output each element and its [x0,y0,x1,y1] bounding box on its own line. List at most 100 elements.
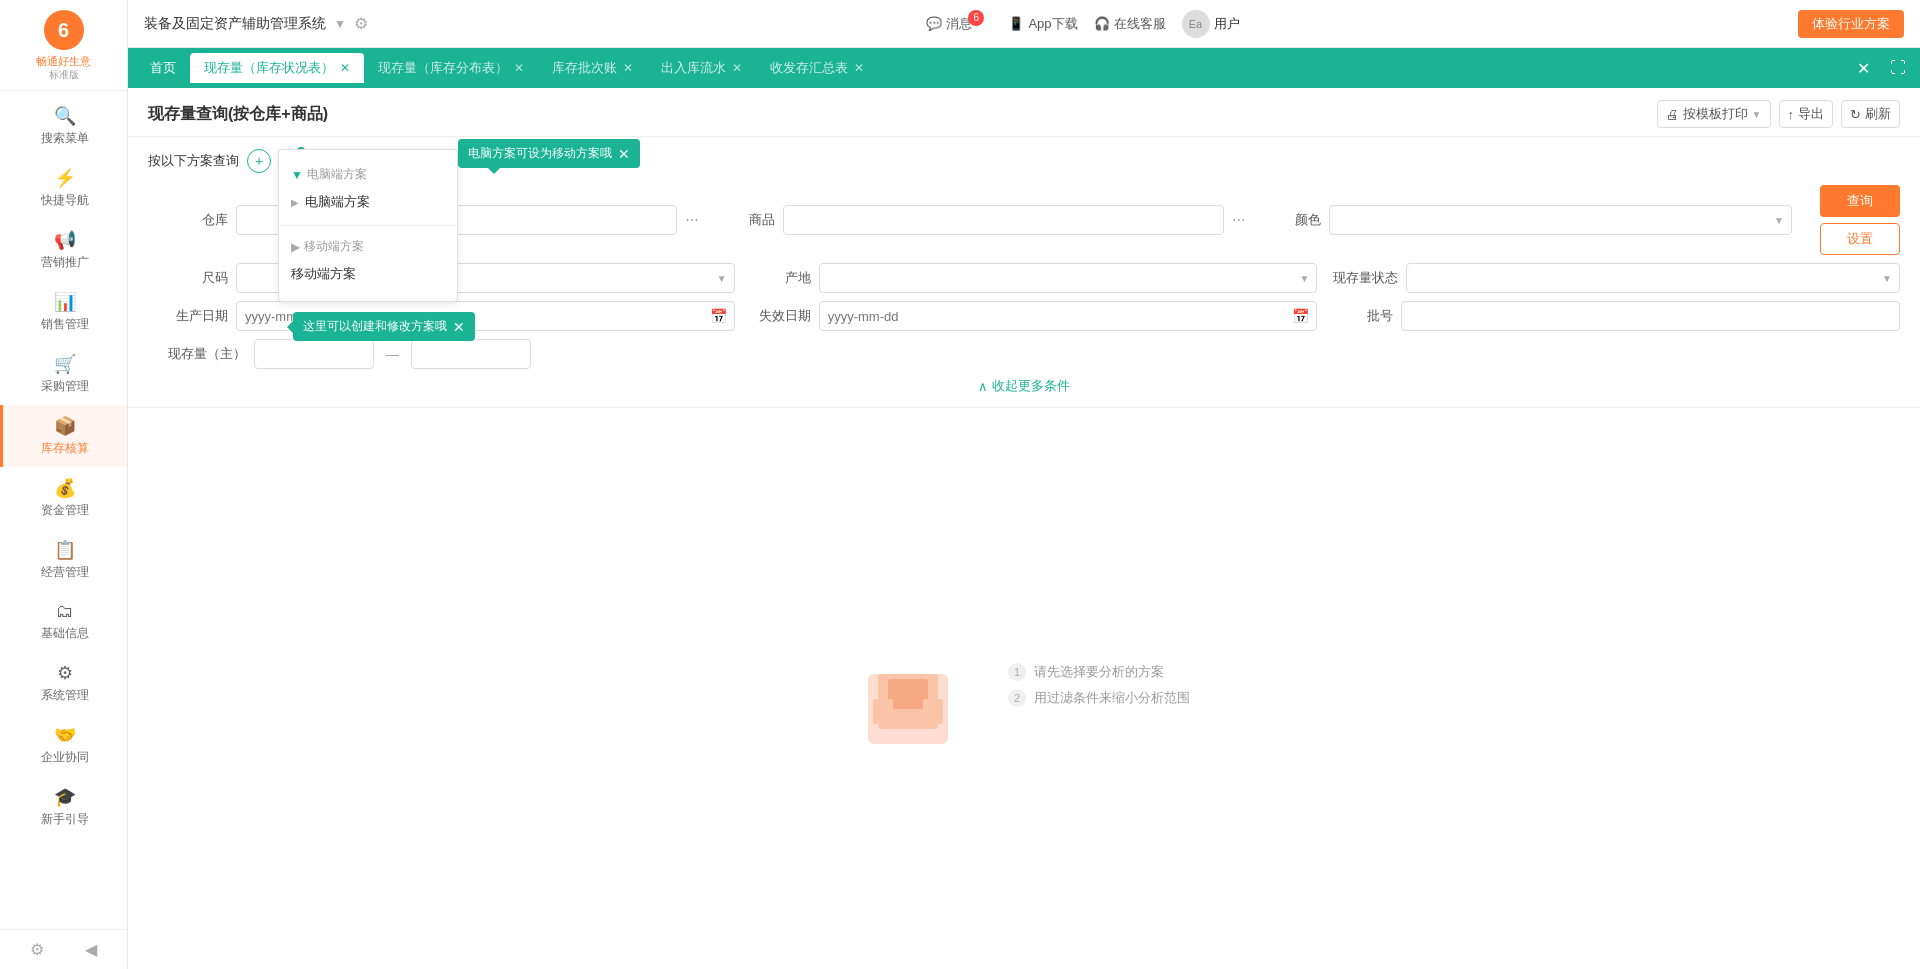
pc-section-title: ▼ 电脑端方案 [279,162,457,187]
goods-input[interactable] [783,205,1224,235]
stock-main-max-input[interactable] [411,339,531,369]
tab-inventory-dist[interactable]: 现存量（库存分布表） ✕ [364,53,538,83]
step-num-2: 2 [1008,689,1026,707]
step-1-label: 请先选择要分析的方案 [1034,663,1164,681]
tab-close-icon[interactable]: ✕ [854,61,864,75]
color-select-wrap: ▼ [1329,205,1792,235]
warehouse-label: 仓库 [168,211,228,229]
app-download-btn[interactable]: 📱 App下载 [1008,15,1077,33]
settings-button[interactable]: 设置 [1820,223,1900,255]
tab-inout-flow[interactable]: 出入库流水 ✕ [647,53,756,83]
color-group: 颜色 ▼ [1261,205,1792,235]
batch-input[interactable] [1401,301,1900,331]
tab-recv-summary[interactable]: 收发存汇总表 ✕ [756,53,878,83]
sidebar-item-label: 采购管理 [41,378,89,395]
stock-main-min-input[interactable] [254,339,374,369]
content-area: 现存量查询(按仓库+商品) 🖨 按模板打印 ▼ ↑ 导出 ↻ 刷新 [128,88,1920,969]
phone-icon: 📱 [1008,16,1024,31]
color-select[interactable] [1329,205,1792,235]
sidebar-item-finance[interactable]: 💰 资金管理 [0,467,127,529]
logo-icon: 6 [44,10,84,50]
pc-scheme-item[interactable]: ▶ 电脑端方案 [279,187,457,217]
collapse-filter-btn[interactable]: ∧ 收起更多条件 [978,377,1070,395]
sidebar-item-search[interactable]: 🔍 搜索菜单 [0,95,127,157]
goods-label: 商品 [715,211,775,229]
print-btn[interactable]: 🖨 按模板打印 ▼ [1657,100,1771,128]
exp-date-group: 失效日期 📅 [751,301,1318,331]
trial-solution-btn[interactable]: 体验行业方案 [1798,10,1904,38]
tab-close-icon[interactable]: ✕ [514,61,524,75]
sidebar-item-purchase[interactable]: 🛒 采购管理 [0,343,127,405]
sidebar-item-system[interactable]: ⚙ 系统管理 [0,652,127,714]
add-scheme-btn[interactable]: + [247,149,271,173]
close-all-tabs-btn[interactable]: ✕ [1851,57,1876,80]
main-content: 装备及固定资产辅助管理系统 ▼ ⚙ 💬 消息 6 📱 App下载 🎧 在线客服 … [128,0,1920,969]
mfg-cal-icon[interactable]: 📅 [710,308,727,324]
tab-close-icon[interactable]: ✕ [340,61,350,75]
pc-scheme-section: ▼ 电脑端方案 ▶ 电脑端方案 [279,158,457,221]
mobile-scheme-item[interactable]: 移动端方案 [279,259,457,289]
warehouse-dots[interactable]: ··· [685,211,698,229]
stock-status-select-wrap: ▼ [1406,263,1900,293]
tab-home[interactable]: 首页 [136,53,190,83]
sidebar-item-basic[interactable]: 🗂 基础信息 [0,591,127,652]
export-btn[interactable]: ↑ 导出 [1779,100,1834,128]
color-label: 颜色 [1261,211,1321,229]
mfg-date-label: 生产日期 [168,307,228,325]
tooltip-close-btn[interactable]: ✕ [453,319,465,335]
marketing-icon: 📢 [54,229,76,251]
app-download-label: App下载 [1028,15,1077,33]
pc-tooltip-close-btn[interactable]: ✕ [618,146,630,162]
online-support-btn[interactable]: 🎧 在线客服 [1094,15,1166,33]
sidebar-item-marketing[interactable]: 📢 营销推广 [0,219,127,281]
stock-main-label: 现存量（主） [168,345,246,363]
origin-select[interactable] [819,263,1318,293]
tab-close-icon[interactable]: ✕ [732,61,742,75]
sidebar-item-sales[interactable]: 📊 销售管理 [0,281,127,343]
goods-group: 商品 ··· [715,205,1246,235]
notif-badge: 6 [968,10,984,26]
search-button[interactable]: 查询 [1820,185,1900,217]
tab-inventory-status[interactable]: 现存量（库存状况表） ✕ [190,53,364,83]
step-2-label: 用过滤条件来缩小分析范围 [1034,689,1190,707]
user-menu[interactable]: Ea 用户 [1182,10,1240,38]
collab-icon: 🤝 [54,724,76,746]
goods-dots[interactable]: ··· [1232,211,1245,229]
stock-status-select[interactable] [1406,263,1900,293]
mobile-collapse-icon: ▶ [291,240,300,254]
sidebar-item-inventory[interactable]: 📦 库存核算 [0,405,127,467]
maximize-btn[interactable]: ⛶ [1884,57,1912,79]
sidebar-item-guide[interactable]: ⚡ 快捷导航 [0,157,127,219]
tab-batch-account[interactable]: 库存批次账 ✕ [538,53,647,83]
page-title: 现存量查询(按仓库+商品) [148,104,328,125]
sidebar-item-collab[interactable]: 🤝 企业协同 [0,714,127,776]
sidebar-item-label: 资金管理 [41,502,89,519]
collapse-sidebar-btn[interactable]: ◀ [85,940,97,959]
sidebar-item-ops[interactable]: 📋 经营管理 [0,529,127,591]
collapse-up-icon: ∧ [978,379,988,394]
stock-status-group: 现存量状态 ▼ [1333,263,1900,293]
exp-date-input[interactable] [819,301,1318,331]
page-actions: 🖨 按模板打印 ▼ ↑ 导出 ↻ 刷新 [1657,100,1900,128]
sidebar-item-newbie[interactable]: 🎓 新手引导 [0,776,127,838]
exp-cal-icon[interactable]: 📅 [1292,308,1309,324]
batch-label: 批号 [1333,307,1393,325]
refresh-btn[interactable]: ↻ 刷新 [1841,100,1900,128]
empty-steps: 1 请先选择要分析的方案 2 用过滤条件来缩小分析范围 [1008,663,1190,715]
stock-main-group: 现存量（主） — [168,339,548,369]
settings-gear-icon[interactable]: ⚙ [354,14,368,33]
empty-state: 1 请先选择要分析的方案 2 用过滤条件来缩小分析范围 [128,408,1920,969]
user-avatar: Ea [1182,10,1210,38]
range-separator: — [382,347,403,362]
tabs-bar: 首页 现存量（库存状况表） ✕ 现存量（库存分布表） ✕ 库存批次账 ✕ 出入库… [128,48,1920,88]
exp-date-label: 失效日期 [751,307,811,325]
tooltip-text: 这里可以创建和修改方案哦 [303,318,447,335]
sidebar-bottom: ⚙ ◀ [0,929,127,969]
tab-close-icon[interactable]: ✕ [623,61,633,75]
sidebar-nav: 🔍 搜索菜单 ⚡ 快捷导航 📢 营销推广 📊 销售管理 🛒 采购管理 📦 库存核… [0,91,127,929]
empty-illustration [858,634,968,744]
lightning-icon: ⚡ [54,167,76,189]
notification-btn[interactable]: 💬 消息 6 [926,15,992,33]
settings-bottom-btn[interactable]: ⚙ [30,940,44,959]
export-icon: ↑ [1788,107,1795,122]
